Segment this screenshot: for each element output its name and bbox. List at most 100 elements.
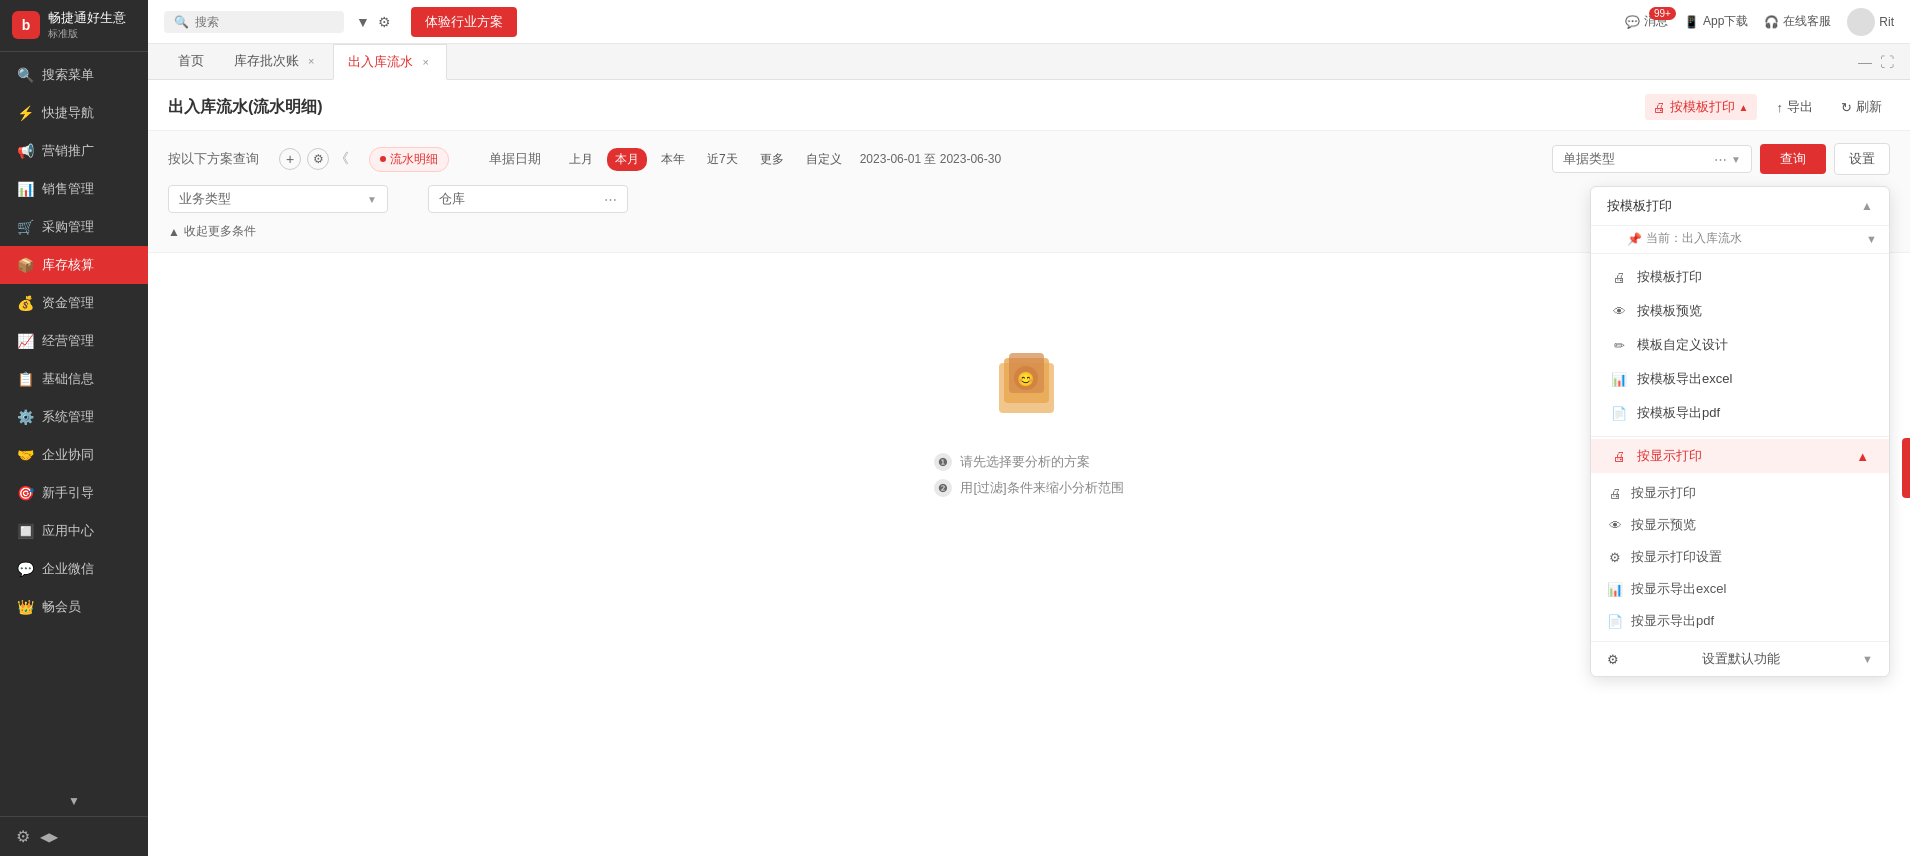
date-filter: 上月 本月 本年 近7天 更多 自定义 2023-06-01 至 2023-06… — [561, 148, 1001, 171]
doc-type-arrow: ▼ — [1731, 154, 1741, 165]
date-btn-more[interactable]: 更多 — [752, 148, 792, 171]
collapse-sidebar-icon[interactable]: ◀▶ — [40, 830, 58, 844]
template-customize-label: 模板自定义设计 — [1637, 336, 1728, 354]
sidebar-item-system[interactable]: ⚙️ 系统管理 — [0, 398, 148, 436]
display-export-pdf-item[interactable]: 📄 按显示导出pdf — [1591, 605, 1889, 637]
dropdown-collapse-icon[interactable]: ▲ — [1861, 199, 1873, 213]
sidebar-item-purchase[interactable]: 🛒 采购管理 — [0, 208, 148, 246]
sidebar-header: b 畅捷通好生意 标准版 — [0, 0, 148, 52]
set-default-section[interactable]: ⚙ 设置默认功能 ▼ — [1591, 641, 1889, 676]
display-print-settings-item[interactable]: ⚙ 按显示打印设置 — [1591, 541, 1889, 573]
filter-add-btn[interactable]: + — [279, 148, 301, 170]
sidebar-item-appcenter[interactable]: 🔲 应用中心 — [0, 512, 148, 550]
template-export-excel-item[interactable]: 📊 按模板导出excel — [1591, 362, 1889, 396]
sidebar-scroll-down[interactable]: ▼ — [64, 790, 84, 812]
date-btn-last-month[interactable]: 上月 — [561, 148, 601, 171]
doc-type-label: 单据类型 — [1563, 150, 1615, 168]
display-preview-item[interactable]: 👁 按显示预览 — [1591, 509, 1889, 541]
app-download-btn[interactable]: 📱 App下载 — [1684, 13, 1748, 30]
topbar-search-box[interactable]: 🔍 — [164, 11, 344, 33]
step-2-number: ❷ — [934, 479, 952, 497]
template-export-pdf-item[interactable]: 📄 按模板导出pdf — [1591, 396, 1889, 430]
display-excel-icon: 📊 — [1607, 581, 1623, 597]
sidebar-item-marketing[interactable]: 📢 营销推广 — [0, 132, 148, 170]
template-print-item[interactable]: 🖨 按模板打印 — [1591, 260, 1889, 294]
tabbar-actions: — ⛶ — [1858, 54, 1894, 70]
date-btn-custom[interactable]: 自定义 — [798, 148, 850, 171]
divider-2 — [1591, 436, 1889, 437]
date-btn-7days[interactable]: 近7天 — [699, 148, 746, 171]
template-customize-item[interactable]: ✏ 模板自定义设计 — [1591, 328, 1889, 362]
topbar-settings-icon[interactable]: ⚙ — [378, 14, 391, 30]
display-print-label: 按显示打印 — [1631, 484, 1696, 502]
export-excel-icon: 📊 — [1611, 371, 1627, 387]
search-input[interactable] — [195, 15, 315, 29]
refresh-btn[interactable]: ↻ 刷新 — [1833, 94, 1890, 120]
business-type-select[interactable]: 业务类型 ▼ — [168, 185, 388, 213]
settings-btn[interactable]: 设置 — [1834, 143, 1890, 175]
date-btn-this-year[interactable]: 本年 — [653, 148, 693, 171]
print-dropdown-panel: 按模板打印 ▲ 📌 当前：出入库流水 ▼ 🖨 按模板打印 — [1590, 186, 1890, 677]
export-btn[interactable]: ↑ 导出 — [1769, 94, 1822, 120]
right-edge-indicator[interactable] — [1902, 438, 1910, 498]
tab-minimize-icon[interactable]: — — [1858, 54, 1872, 70]
filter-settings-icon-btn[interactable]: ⚙ — [307, 148, 329, 170]
phone-icon: 📱 — [1684, 15, 1699, 29]
sidebar: b 畅捷通好生意 标准版 🔍 搜索菜单 ⚡ 快捷导航 📢 营销推广 📊 销售管理… — [0, 0, 148, 856]
sidebar-item-weixin[interactable]: 💬 企业微信 — [0, 550, 148, 588]
display-export-excel-item[interactable]: 📊 按显示导出excel — [1591, 573, 1889, 605]
tab-expand-icon[interactable]: ⛶ — [1880, 54, 1894, 70]
sidebar-item-vip[interactable]: 👑 畅会员 — [0, 588, 148, 626]
empty-illustration: 😊 — [979, 333, 1079, 433]
dropdown-arrow-icon[interactable]: ▼ — [356, 14, 370, 30]
app-subtitle: 标准版 — [48, 27, 126, 41]
main-content: 🔍 ▼ ⚙ 体验行业方案 💬 消息 99+ 📱 App下载 🎧 — [148, 0, 1910, 856]
warehouse-select[interactable]: 仓库 ⋯ — [428, 185, 628, 213]
page-body: 出入库流水(流水明细) 🖨 按模板打印 ▲ ↑ 导出 ↻ 刷新 — [148, 80, 1910, 856]
template-preview-item[interactable]: 👁 按模板预览 — [1591, 294, 1889, 328]
print-template-btn[interactable]: 🖨 按模板打印 ▲ — [1645, 94, 1757, 120]
user-avatar-btn[interactable]: Rit — [1847, 8, 1894, 36]
sidebar-item-inventory[interactable]: 📦 库存核算 — [0, 246, 148, 284]
settings-icon[interactable]: ⚙ — [16, 827, 30, 846]
online-service-btn[interactable]: 🎧 在线客服 — [1764, 13, 1831, 30]
sidebar-item-guide[interactable]: 🎯 新手引导 — [0, 474, 148, 512]
enterprise-icon: 🤝 — [16, 446, 34, 464]
search-icon: 🔍 — [16, 66, 34, 84]
empty-instructions: ❶ 请先选择要分析的方案 ❷ 用[过滤]条件来缩小分析范围 — [934, 453, 1123, 505]
svg-text:😊: 😊 — [1017, 371, 1035, 388]
query-btn[interactable]: 查询 — [1760, 144, 1826, 174]
tab-inventory-flow[interactable]: 出入库流水 × — [333, 44, 446, 80]
display-print-item[interactable]: 🖨 按显示打印 — [1591, 477, 1889, 509]
date-btn-this-month[interactable]: 本月 — [607, 148, 647, 171]
current-label: 当前：出入库流水 — [1646, 230, 1742, 247]
sidebar-item-enterprise[interactable]: 🤝 企业协同 — [0, 436, 148, 474]
date-range-display: 2023-06-01 至 2023-06-30 — [860, 151, 1001, 168]
sidebar-item-shortcuts[interactable]: ⚡ 快捷导航 — [0, 94, 148, 132]
industry-btn[interactable]: 体验行业方案 — [411, 7, 517, 37]
tab-inventory-flow-close[interactable]: × — [419, 55, 431, 69]
tab-inventory-batch-close[interactable]: × — [305, 54, 317, 68]
sidebar-item-finance[interactable]: 💰 资金管理 — [0, 284, 148, 322]
doc-type-select[interactable]: 单据类型 ⋯ ▼ — [1552, 145, 1752, 173]
filter-collapse-icon[interactable]: 《 — [335, 150, 349, 168]
app-logo: b — [12, 11, 40, 39]
sidebar-item-basic[interactable]: 📋 基础信息 — [0, 360, 148, 398]
sidebar-item-search[interactable]: 🔍 搜索菜单 — [0, 56, 148, 94]
template-export-excel-label: 按模板导出excel — [1637, 370, 1732, 388]
sidebar-item-operations[interactable]: 📈 经营管理 — [0, 322, 148, 360]
sidebar-item-sales[interactable]: 📊 销售管理 — [0, 170, 148, 208]
active-filter-tag[interactable]: 流水明细 — [369, 147, 449, 172]
print-dropdown-arrow: ▲ — [1739, 102, 1749, 113]
date-filter-label: 单据日期 — [489, 150, 541, 168]
display-print-icon: 🖨 — [1607, 485, 1623, 501]
messages-btn[interactable]: 💬 消息 99+ — [1625, 13, 1668, 30]
tab-inventory-batch[interactable]: 库存批次账 × — [220, 44, 331, 80]
tab-home[interactable]: 首页 — [164, 44, 218, 80]
inventory-icon: 📦 — [16, 256, 34, 274]
current-arrow[interactable]: ▼ — [1866, 233, 1877, 245]
basic-icon: 📋 — [16, 370, 34, 388]
display-print-section-header[interactable]: 🖨 按显示打印 ▲ — [1591, 439, 1889, 473]
tabbar: 首页 库存批次账 × 出入库流水 × — ⛶ — [148, 44, 1910, 80]
system-icon: ⚙️ — [16, 408, 34, 426]
